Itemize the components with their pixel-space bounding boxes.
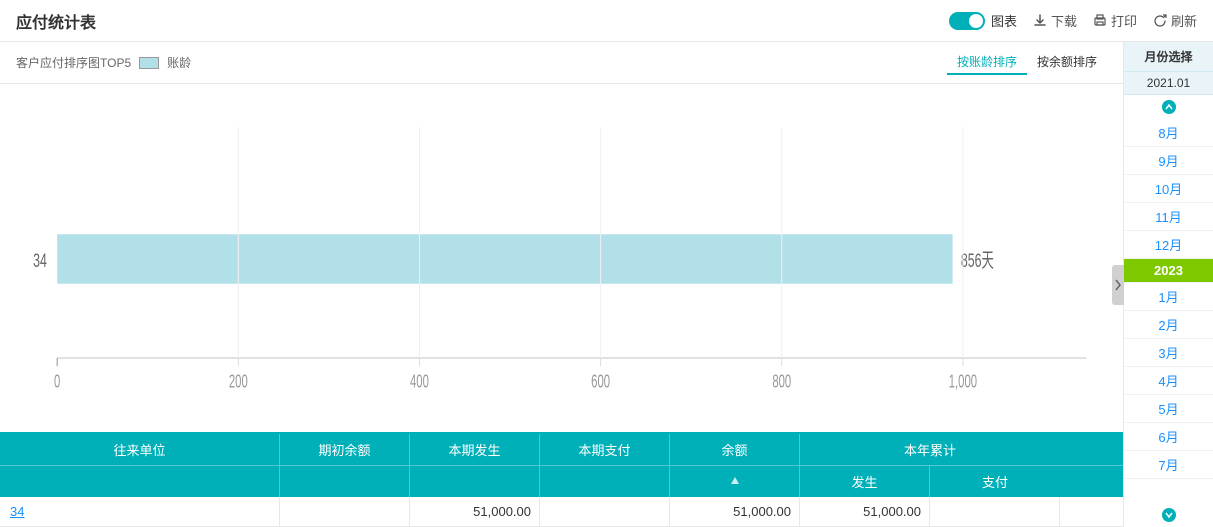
th-unit: 往来单位	[0, 434, 280, 465]
sidebar-item-month-12[interactable]: 12月	[1124, 231, 1213, 259]
sidebar-year-label-2023: 2023	[1124, 259, 1213, 283]
svg-text:1,000: 1,000	[949, 372, 977, 392]
svg-text:400: 400	[410, 372, 429, 392]
th-current-occur-sub	[410, 466, 540, 497]
td-current-occur: 51,000.00	[410, 497, 540, 526]
sidebar-toggle-button[interactable]	[1112, 265, 1124, 305]
svg-text:600: 600	[591, 372, 610, 392]
balance-icon	[730, 476, 740, 486]
header-actions: 图表 下载 打印 刷新	[949, 11, 1197, 30]
td-opening	[280, 497, 410, 526]
svg-text:200: 200	[229, 372, 248, 392]
sort-by-balance-button[interactable]: 按余额排序	[1027, 50, 1107, 75]
th-current-pay: 本期支付	[540, 434, 670, 465]
sidebar-item-month-9[interactable]: 9月	[1124, 147, 1213, 175]
scroll-down-button[interactable]	[1124, 503, 1213, 527]
th-current-occur: 本期发生	[410, 434, 540, 465]
sidebar-item-month-8[interactable]: 8月	[1124, 119, 1213, 147]
chevron-down-icon	[1161, 507, 1177, 523]
th-ytd-pay: 支付	[930, 466, 1060, 497]
sidebar-current-year: 2021.01	[1124, 72, 1213, 95]
td-unit[interactable]: 34	[0, 497, 280, 526]
page-title: 应付统计表	[16, 9, 96, 33]
unit-link[interactable]: 34	[10, 504, 24, 519]
chart-bar	[57, 234, 952, 284]
download-icon	[1033, 14, 1047, 28]
chart-legend: 客户应付排序图TOP5 账龄	[16, 54, 191, 71]
chart-legend-box-label: 账龄	[167, 54, 191, 71]
td-ytd-pay	[930, 497, 1060, 526]
td-ytd-occur: 51,000.00	[800, 497, 930, 526]
chart-toggle[interactable]	[949, 12, 985, 30]
month-list: 8月 9月 10月 11月 12月 2023 1月 2月 3月 4月 5月 6月…	[1124, 119, 1213, 503]
sidebar-item-month-4[interactable]: 4月	[1124, 367, 1213, 395]
th-opening: 期初余额	[280, 434, 410, 465]
sort-by-age-button[interactable]: 按账龄排序	[947, 50, 1027, 75]
refresh-label: 刷新	[1171, 11, 1197, 30]
chevron-right-icon	[1114, 278, 1122, 292]
sidebar-item-month-11[interactable]: 11月	[1124, 203, 1213, 231]
sidebar-item-month-6[interactable]: 6月	[1124, 423, 1213, 451]
print-icon	[1093, 14, 1107, 28]
table-header-top: 往来单位 期初余额 本期发生 本期支付 余额 本年累计	[0, 434, 1123, 465]
sidebar-item-month-1[interactable]: 1月	[1124, 283, 1213, 311]
th-unit-sub	[0, 466, 280, 497]
refresh-button[interactable]: 刷新	[1153, 11, 1197, 30]
sidebar-item-month-3[interactable]: 3月	[1124, 339, 1213, 367]
svg-text:0: 0	[54, 372, 60, 392]
table-row: 34 51,000.00 51,000.00 51,000.00	[0, 497, 1123, 527]
sidebar-item-month-2[interactable]: 2月	[1124, 311, 1213, 339]
th-current-pay-sub	[540, 466, 670, 497]
refresh-icon	[1153, 14, 1167, 28]
download-button[interactable]: 下载	[1033, 11, 1077, 30]
svg-text:856天: 856天	[961, 250, 994, 272]
svg-text:800: 800	[772, 372, 791, 392]
print-button[interactable]: 打印	[1093, 11, 1137, 30]
table-header-bottom: 发生 支付	[0, 465, 1123, 497]
month-sidebar: 月份选择 2021.01 8月 9月 10月 11月 12月 2023 1月 2…	[1123, 42, 1213, 527]
th-ytd-group: 本年累计	[800, 434, 1060, 465]
chart-legend-text: 客户应付排序图TOP5	[16, 54, 131, 71]
legend-box	[139, 57, 159, 69]
sidebar-item-month-5[interactable]: 5月	[1124, 395, 1213, 423]
chart-canvas: 34 856天 0 200	[0, 84, 1123, 432]
download-label: 下载	[1051, 11, 1077, 30]
sidebar-item-month-7[interactable]: 7月	[1124, 451, 1213, 479]
th-opening-sub	[280, 466, 410, 497]
th-ytd-occur: 发生	[800, 466, 930, 497]
sidebar-item-month-10[interactable]: 10月	[1124, 175, 1213, 203]
sidebar-header-label: 月份选择	[1124, 42, 1213, 72]
data-table: 往来单位 期初余额 本期发生 本期支付 余额 本年累计 发生	[0, 432, 1123, 527]
toggle-label: 图表	[991, 11, 1017, 30]
chart-svg: 34 856天 0 200	[16, 94, 1107, 424]
chart-toggle-wrap: 图表	[949, 11, 1017, 30]
chevron-up-icon	[1161, 99, 1177, 115]
svg-text:34: 34	[33, 250, 47, 272]
th-balance: 余额	[670, 434, 800, 465]
th-balance-sub	[670, 466, 800, 497]
td-balance: 51,000.00	[670, 497, 800, 526]
scroll-up-button[interactable]	[1124, 95, 1213, 119]
chart-sort-buttons: 按账龄排序 按余额排序	[947, 50, 1107, 75]
td-current-pay	[540, 497, 670, 526]
print-label: 打印	[1111, 11, 1137, 30]
